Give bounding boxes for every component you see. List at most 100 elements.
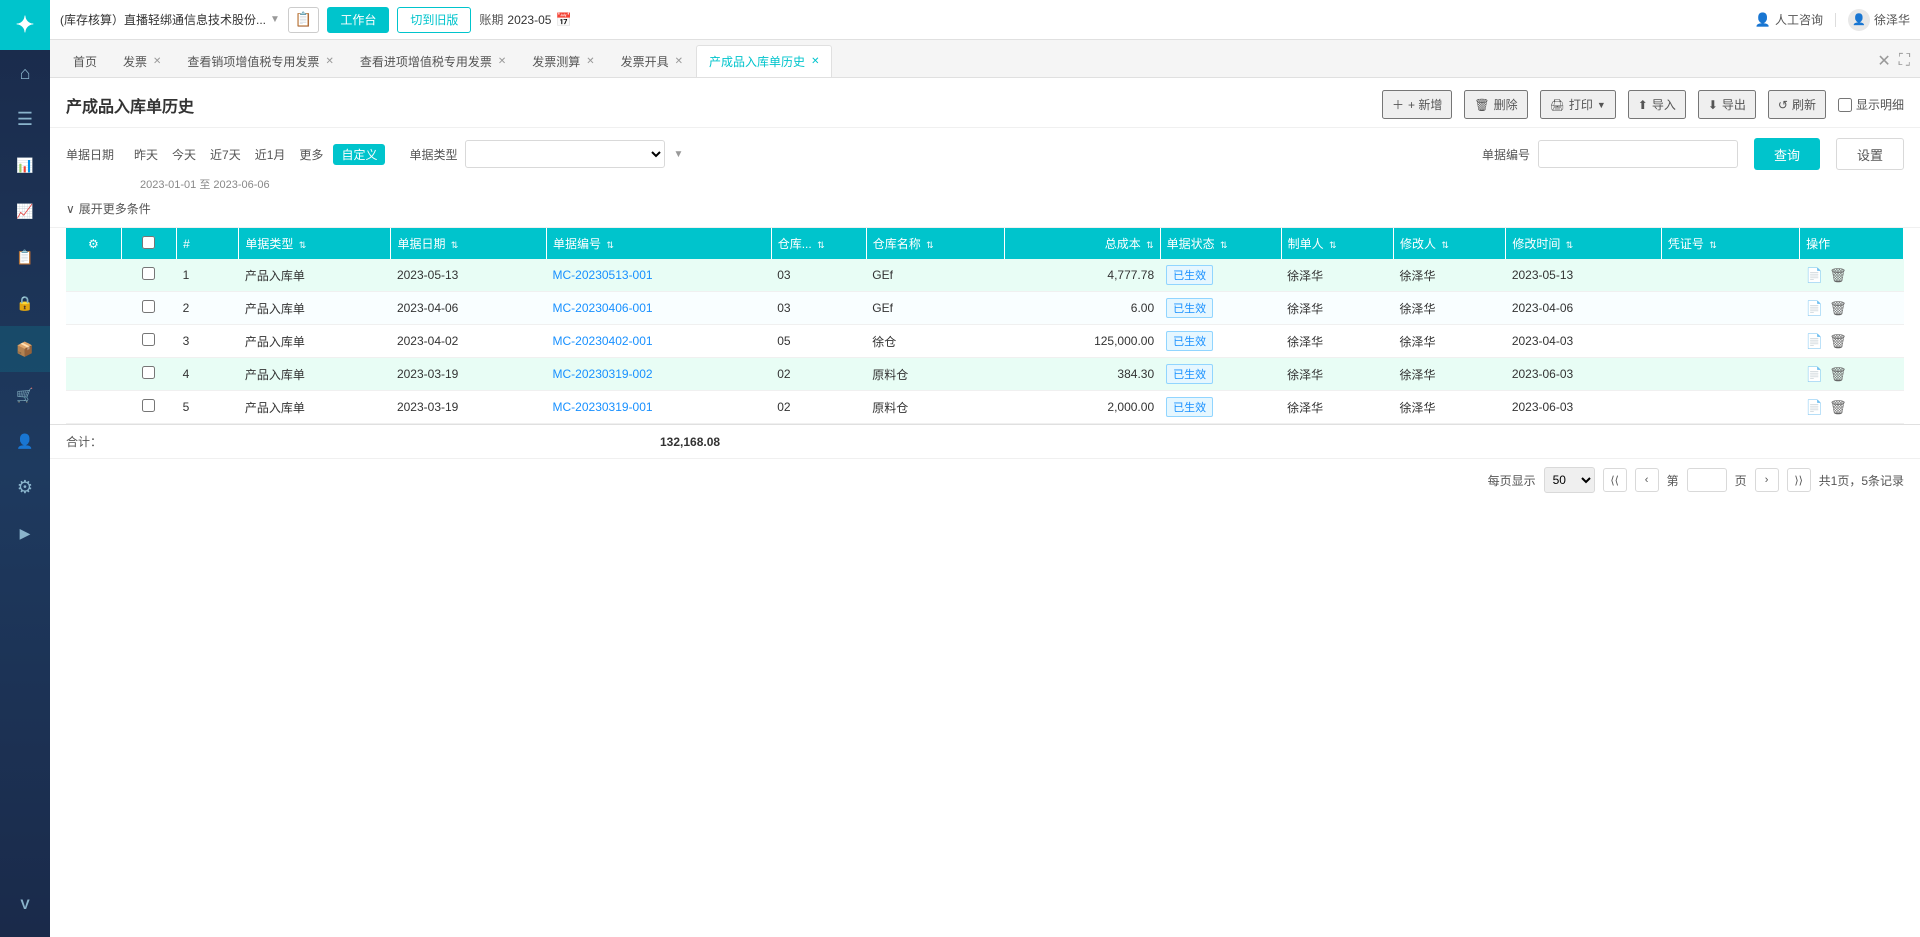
show-detail-toggle[interactable]: 显示明细 <box>1838 96 1904 113</box>
date-btn-1month[interactable]: 近1月 <box>251 144 290 165</box>
date-btn-today[interactable]: 今天 <box>168 144 200 165</box>
col-mod-time[interactable]: 修改时间 ⇅ <box>1506 228 1662 259</box>
row-code-1[interactable]: MC-20230406-001 <box>547 292 772 325</box>
row-code-2[interactable]: MC-20230402-001 <box>547 325 772 358</box>
tab-query-purchase-vat-close[interactable]: ✕ <box>498 57 506 67</box>
prev-page-btn[interactable]: ‹ <box>1635 468 1659 492</box>
tab-invoice-close[interactable]: ✕ <box>153 57 161 67</box>
page-input[interactable]: 1 <box>1687 468 1727 492</box>
row-delete-icon-1[interactable]: 🗑 <box>1829 300 1847 317</box>
tab-product-inbound-history[interactable]: 产成品入库单历史 ✕ <box>696 45 832 77</box>
support-btn[interactable]: 👤 人工咨询 <box>1755 11 1823 28</box>
sidebar-item-chart[interactable]: 📊 <box>0 142 50 188</box>
row-checkbox-3[interactable] <box>142 366 155 379</box>
code-filter-input[interactable] <box>1538 140 1738 168</box>
row-check-1[interactable] <box>121 292 176 325</box>
row-delete-icon-2[interactable]: 🗑 <box>1829 333 1847 350</box>
print-btn[interactable]: 🖨 打印 ▼ <box>1540 90 1616 119</box>
row-delete-icon-3[interactable]: 🗑 <box>1829 366 1847 383</box>
delete-btn[interactable]: 🗑 删除 <box>1464 90 1527 119</box>
new-btn[interactable]: ＋ + 新增 <box>1382 90 1452 119</box>
copy-btn[interactable]: 📋 <box>288 7 319 33</box>
row-checkbox-4[interactable] <box>142 399 155 412</box>
query-btn[interactable]: 查询 <box>1754 138 1820 170</box>
user-btn[interactable]: 👤 徐泽华 <box>1848 9 1910 31</box>
select-all-checkbox[interactable] <box>142 236 155 249</box>
row-code-link-0[interactable]: MC-20230513-001 <box>553 268 653 282</box>
sidebar-item-purchase[interactable]: 🛒 <box>0 372 50 418</box>
sidebar-item-analysis[interactable]: 📈 <box>0 188 50 234</box>
tab-product-inbound-history-close[interactable]: ✕ <box>811 57 819 67</box>
first-page-btn[interactable]: ⟨⟨ <box>1603 468 1627 492</box>
switch-version-btn[interactable]: 切到旧版 <box>397 7 471 33</box>
type-filter-select[interactable] <box>465 140 665 168</box>
company-selector[interactable]: (库存核算）直播轻绑通信息技术股份... ▼ <box>60 11 280 28</box>
tab-expand-icon[interactable]: ⛶ <box>1899 52 1910 70</box>
show-detail-checkbox[interactable] <box>1838 98 1852 112</box>
date-btn-7days[interactable]: 近7天 <box>206 144 245 165</box>
tab-calc-invoice[interactable]: 发票测算 ✕ <box>519 45 607 77</box>
date-btn-more[interactable]: 更多 <box>295 144 327 165</box>
tab-query-sale-vat-close[interactable]: ✕ <box>325 57 333 67</box>
last-page-btn[interactable]: ⟩⟩ <box>1787 468 1811 492</box>
row-checkbox-2[interactable] <box>142 333 155 346</box>
row-edit-icon-3[interactable]: 📄 <box>1806 366 1823 383</box>
sidebar-item-inventory[interactable]: 📦 <box>0 326 50 372</box>
import-btn[interactable]: ⬆ 导入 <box>1628 90 1686 119</box>
date-btn-yesterday[interactable]: 昨天 <box>130 144 162 165</box>
sidebar-item-voucher[interactable]: 📋 <box>0 234 50 280</box>
tab-invoice[interactable]: 发票 ✕ <box>110 45 174 77</box>
tab-query-sale-vat[interactable]: 查看销项增值税专用发票 ✕ <box>174 45 346 77</box>
sidebar-item-settings[interactable]: ⚙ <box>0 464 50 510</box>
row-edit-icon-0[interactable]: 📄 <box>1806 267 1823 284</box>
sidebar-item-data[interactable]: ☰ <box>0 96 50 142</box>
row-delete-icon-4[interactable]: 🗑 <box>1829 399 1847 416</box>
row-checkbox-1[interactable] <box>142 300 155 313</box>
refresh-btn[interactable]: ↺ 刷新 <box>1768 90 1826 119</box>
tab-issue-invoice[interactable]: 发票开具 ✕ <box>608 45 696 77</box>
row-code-0[interactable]: MC-20230513-001 <box>547 259 772 292</box>
row-code-link-1[interactable]: MC-20230406-001 <box>553 301 653 315</box>
per-page-select[interactable]: 50 100 200 <box>1544 467 1595 493</box>
row-code-link-4[interactable]: MC-20230319-001 <box>553 400 653 414</box>
row-delete-icon-0[interactable]: 🗑 <box>1829 267 1847 284</box>
row-checkbox-0[interactable] <box>142 267 155 280</box>
sidebar-item-home[interactable]: ⌂ <box>0 50 50 96</box>
row-code-link-2[interactable]: MC-20230402-001 <box>553 334 653 348</box>
col-creator[interactable]: 制单人 ⇅ <box>1281 228 1393 259</box>
col-modifier[interactable]: 修改人 ⇅ <box>1393 228 1505 259</box>
period-selector[interactable]: 账期 2023-05 📅 <box>479 11 571 28</box>
col-total[interactable]: 总成本 ⇅ <box>1005 228 1161 259</box>
row-code-4[interactable]: MC-20230319-001 <box>547 391 772 424</box>
tab-home[interactable]: 首页 <box>60 45 110 77</box>
tab-query-purchase-vat[interactable]: 查看进项增值税专用发票 ✕ <box>347 45 519 77</box>
row-edit-icon-2[interactable]: 📄 <box>1806 333 1823 350</box>
reset-btn[interactable]: 设置 <box>1836 138 1904 170</box>
sidebar-item-user[interactable]: 👤 <box>0 418 50 464</box>
row-code-3[interactable]: MC-20230319-002 <box>547 358 772 391</box>
row-edit-icon-4[interactable]: 📄 <box>1806 399 1823 416</box>
col-status[interactable]: 单据状态 ⇅ <box>1160 228 1281 259</box>
tab-calc-invoice-close[interactable]: ✕ <box>586 57 594 67</box>
row-check-0[interactable] <box>121 259 176 292</box>
sidebar-item-version[interactable]: V <box>0 881 50 927</box>
col-warehouse-name[interactable]: 仓库名称 ⇅ <box>866 228 1004 259</box>
export-btn[interactable]: ⬇ 导出 <box>1698 90 1756 119</box>
row-edit-icon-1[interactable]: 📄 <box>1806 300 1823 317</box>
row-check-4[interactable] <box>121 391 176 424</box>
next-page-btn[interactable]: › <box>1755 468 1779 492</box>
row-code-link-3[interactable]: MC-20230319-002 <box>553 367 653 381</box>
col-check[interactable] <box>121 228 176 259</box>
col-voucher[interactable]: 凭证号 ⇅ <box>1661 228 1799 259</box>
date-btn-custom[interactable]: 自定义 <box>333 144 385 165</box>
expand-more-btn[interactable]: ∨ 展开更多条件 <box>66 200 1904 217</box>
tab-issue-invoice-close[interactable]: ✕ <box>675 57 683 67</box>
workbench-btn[interactable]: 工作台 <box>327 7 389 33</box>
sidebar-item-tax[interactable]: 🔒 <box>0 280 50 326</box>
col-code[interactable]: 单据编号 ⇅ <box>547 228 772 259</box>
row-check-2[interactable] <box>121 325 176 358</box>
col-date[interactable]: 单据日期 ⇅ <box>391 228 547 259</box>
tab-close-all-icon[interactable]: ✕ <box>1877 51 1890 71</box>
col-warehouse-num[interactable]: 仓库... ⇅ <box>771 228 866 259</box>
row-check-3[interactable] <box>121 358 176 391</box>
